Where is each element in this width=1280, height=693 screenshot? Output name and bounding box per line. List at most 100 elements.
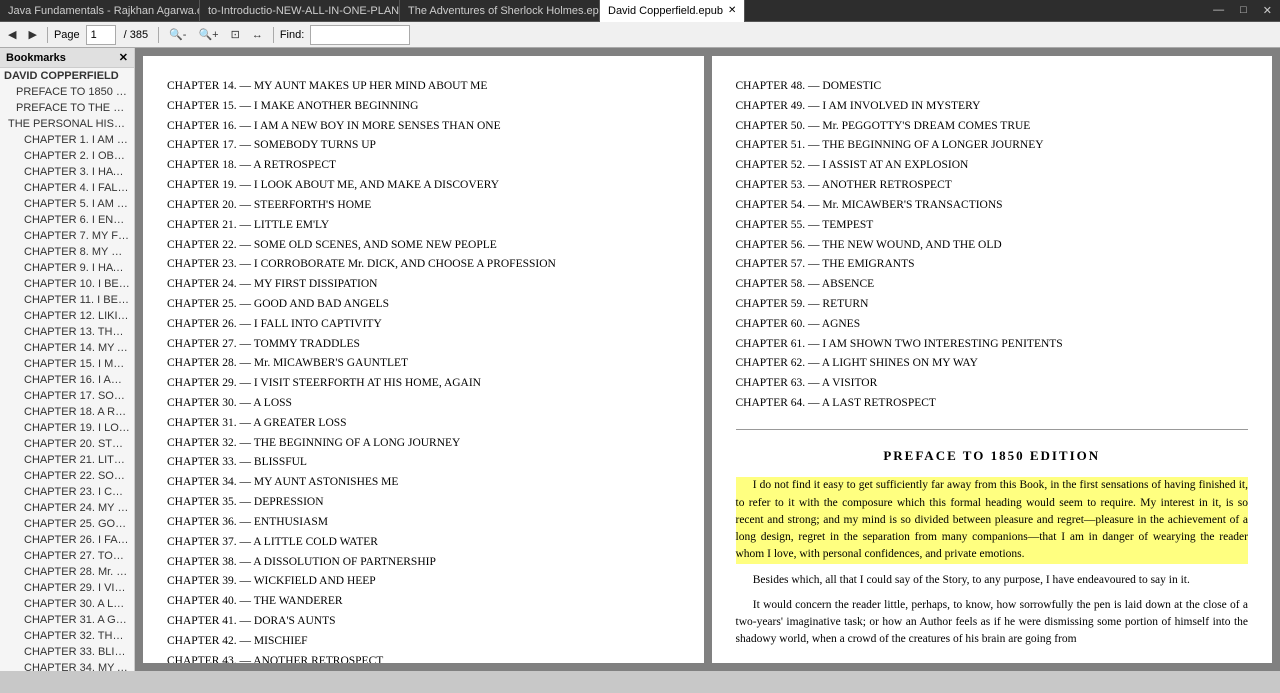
toolbar-zoom-out[interactable]: 🔍- — [165, 26, 190, 43]
sidebar-item[interactable]: DAVID COPPERFIELD — [0, 68, 134, 84]
toc-entry: CHAPTER 29. — I VISIT STEERFORTH AT HIS … — [167, 375, 680, 393]
sidebar: Bookmarks ✕ DAVID COPPERFIELDPREFACE TO … — [0, 48, 135, 671]
sidebar-item[interactable]: CHAPTER 25. GOOD AND — [0, 516, 134, 532]
sidebar-item[interactable]: PREFACE TO 1850 EDITO — [0, 84, 134, 100]
find-label: Find: — [280, 29, 304, 41]
toolbar-zoom-in[interactable]: 🔍+ — [194, 26, 222, 43]
sidebar-close[interactable]: ✕ — [119, 51, 128, 64]
sidebar-item[interactable]: CHAPTER 14. MY AUNT N — [0, 340, 134, 356]
tab-david[interactable]: David Copperfield.epub ✕ — [600, 0, 745, 22]
page-total: / 385 — [124, 29, 148, 41]
sidebar-item[interactable]: CHAPTER 20. STEERFORTH — [0, 436, 134, 452]
toc-entry: CHAPTER 26. — I FALL INTO CAPTIVITY — [167, 316, 680, 334]
toc-entry: CHAPTER 17. — SOMEBODY TURNS UP — [167, 137, 680, 155]
sidebar-item[interactable]: CHAPTER 28. Mr. MICAW — [0, 564, 134, 580]
sidebar-item[interactable]: CHAPTER 26. I FALL INTC — [0, 532, 134, 548]
sidebar-item[interactable]: CHAPTER 11. I BEGIN LIFE — [0, 292, 134, 308]
sidebar-item[interactable]: CHAPTER 7. MY FIRST H. — [0, 228, 134, 244]
toc-entry: CHAPTER 34. — MY AUNT ASTONISHES ME — [167, 474, 680, 492]
tabs-bar: Java Fundamentals - Rajkhan Agarwa.epub … — [0, 0, 1280, 22]
toolbar: ◀ ▶ Page / 385 🔍- 🔍+ ⊡ ↔ Find: — [0, 22, 1280, 48]
page-input[interactable] — [86, 25, 116, 45]
toc-entry: CHAPTER 31. — A GREATER LOSS — [167, 415, 680, 433]
tab-sherlock[interactable]: The Adventures of Sherlock Holmes.epub ✕ — [400, 0, 600, 22]
toc-entry: CHAPTER 64. — A LAST RETROSPECT — [736, 395, 1249, 413]
toolbar-sep3 — [273, 27, 274, 43]
tab-plans[interactable]: to-Introductio-NEW-ALL-IN-ONE-PLANS.aspx… — [200, 0, 400, 22]
close-button[interactable]: ✕ — [1255, 4, 1280, 17]
toc-entry: CHAPTER 22. — SOME OLD SCENES, AND SOME … — [167, 237, 680, 255]
toc-entry: CHAPTER 58. — ABSENCE — [736, 276, 1249, 294]
toc-entry: CHAPTER 36. — ENTHUSIASM — [167, 514, 680, 532]
sidebar-item[interactable]: CHAPTER 31. A GREATER — [0, 612, 134, 628]
toc-entry: CHAPTER 25. — GOOD AND BAD ANGELS — [167, 296, 680, 314]
toc-entry: CHAPTER 59. — RETURN — [736, 296, 1249, 314]
tab-close-david[interactable]: ✕ — [728, 5, 736, 16]
sidebar-item[interactable]: CHAPTER 2. I OBSERVE — [0, 148, 134, 164]
toc-entry: CHAPTER 32. — THE BEGINNING OF A LONG JO… — [167, 435, 680, 453]
sidebar-item[interactable]: CHAPTER 4. I FALL INTO — [0, 180, 134, 196]
tab-java[interactable]: Java Fundamentals - Rajkhan Agarwa.epub … — [0, 0, 200, 22]
toc-entry: CHAPTER 49. — I AM INVOLVED IN MYSTERY — [736, 98, 1249, 116]
toc-entry: CHAPTER 33. — BLISSFUL — [167, 454, 680, 472]
sidebar-item[interactable]: CHAPTER 29. I VISIT STE — [0, 580, 134, 596]
sidebar-item[interactable]: CHAPTER 5. I AM SENT A — [0, 196, 134, 212]
sidebar-item[interactable]: CHAPTER 10. I BECOME P — [0, 276, 134, 292]
toc-entry: CHAPTER 42. — MISCHIEF — [167, 633, 680, 651]
toc-entry: CHAPTER 20. — STEERFORTH'S HOME — [167, 197, 680, 215]
sidebar-item[interactable]: CHAPTER 13. THE SEQUE — [0, 324, 134, 340]
sidebar-item[interactable]: CHAPTER 17. SOMEBODY — [0, 388, 134, 404]
sidebar-item[interactable]: CHAPTER 22. SOME OLD — [0, 468, 134, 484]
sidebar-item[interactable]: CHAPTER 9. I HAVE A ME — [0, 260, 134, 276]
toolbar-fit-width[interactable]: ↔ — [248, 27, 267, 43]
toc-entry: CHAPTER 28. — Mr. MICAWBER'S GAUNTLET — [167, 355, 680, 373]
sidebar-item[interactable]: CHAPTER 16. I AM A NEW — [0, 372, 134, 388]
toc-entry: CHAPTER 35. — DEPRESSION — [167, 494, 680, 512]
sidebar-item[interactable]: CHAPTER 1. I AM BORN — [0, 132, 134, 148]
sidebar-item[interactable]: CHAPTER 15. I MAKE AN — [0, 356, 134, 372]
toc-entry: CHAPTER 48. — DOMESTIC — [736, 78, 1249, 96]
sidebar-item[interactable]: CHAPTER 32. THE BEGINI — [0, 628, 134, 644]
toc-entry: CHAPTER 39. — WICKFIELD AND HEEP — [167, 573, 680, 591]
sidebar-item[interactable]: CHAPTER 33. BLISSFUL — [0, 644, 134, 660]
find-input[interactable] — [310, 25, 410, 45]
toc-entry: CHAPTER 27. — TOMMY TRADDLES — [167, 336, 680, 354]
sidebar-item[interactable]: CHAPTER 30. A LOSS — [0, 596, 134, 612]
sidebar-item[interactable]: CHAPTER 23. I CORROBO — [0, 484, 134, 500]
maximize-button[interactable]: □ — [1232, 4, 1255, 17]
sidebar-item[interactable]: CHAPTER 3. I HAVE A CH — [0, 164, 134, 180]
sidebar-item[interactable]: CHAPTER 24. MY FIRST D. — [0, 500, 134, 516]
sidebar-item[interactable]: CHAPTER 12. LIKING LIFE — [0, 308, 134, 324]
sidebar-item[interactable]: CHAPTER 27. TOMMY TR. — [0, 548, 134, 564]
sidebar-item[interactable]: THE PERSONAL HISTORY AN — [0, 116, 134, 132]
toc-entry: CHAPTER 62. — A LIGHT SHINES ON MY WAY — [736, 355, 1249, 373]
sidebar-item[interactable]: CHAPTER 8. MY HOLIDAY — [0, 244, 134, 260]
sidebar-item[interactable]: CHAPTER 19. I LOOK ABO — [0, 420, 134, 436]
toc-entry: CHAPTER 56. — THE NEW WOUND, AND THE OLD — [736, 237, 1249, 255]
main-layout: Bookmarks ✕ DAVID COPPERFIELDPREFACE TO … — [0, 48, 1280, 671]
toolbar-forward[interactable]: ▶ — [24, 26, 40, 43]
toc-entry: CHAPTER 60. — AGNES — [736, 316, 1249, 334]
page-divider — [736, 429, 1249, 430]
toolbar-back[interactable]: ◀ — [4, 26, 20, 43]
sidebar-item[interactable]: CHAPTER 6. I ENLARGE M — [0, 212, 134, 228]
preface-paragraph: It would concern the reader little, perh… — [736, 597, 1249, 649]
sidebar-item[interactable]: CHAPTER 34. MY AUNT A — [0, 660, 134, 671]
page-label: Page — [54, 29, 80, 41]
window-controls: — □ ✕ — [1205, 4, 1280, 17]
toolbar-fit[interactable]: ⊡ — [227, 26, 244, 43]
sidebar-item[interactable]: CHAPTER 18. A RETROSP — [0, 404, 134, 420]
toc-entry: CHAPTER 43. — ANOTHER RETROSPECT — [167, 653, 680, 663]
sidebar-header: Bookmarks ✕ — [0, 48, 134, 68]
content-area: CHAPTER 14. — MY AUNT MAKES UP HER MIND … — [135, 48, 1280, 671]
sidebar-item[interactable]: PREFACE TO THE CHAR — [0, 100, 134, 116]
toc-entry: CHAPTER 24. — MY FIRST DISSIPATION — [167, 276, 680, 294]
toc-entry: CHAPTER 16. — I AM A NEW BOY IN MORE SEN… — [167, 118, 680, 136]
sidebar-item[interactable]: CHAPTER 21. LITTLE EM'L — [0, 452, 134, 468]
toc-entry: CHAPTER 55. — TEMPEST — [736, 217, 1249, 235]
toc-entry: CHAPTER 51. — THE BEGINNING OF A LONGER … — [736, 137, 1249, 155]
minimize-button[interactable]: — — [1205, 4, 1232, 17]
toc-entry: CHAPTER 37. — A LITTLE COLD WATER — [167, 534, 680, 552]
toc-entry: CHAPTER 54. — Mr. MICAWBER'S TRANSACTION… — [736, 197, 1249, 215]
toc-entry: CHAPTER 23. — I CORROBORATE Mr. DICK, AN… — [167, 256, 680, 274]
